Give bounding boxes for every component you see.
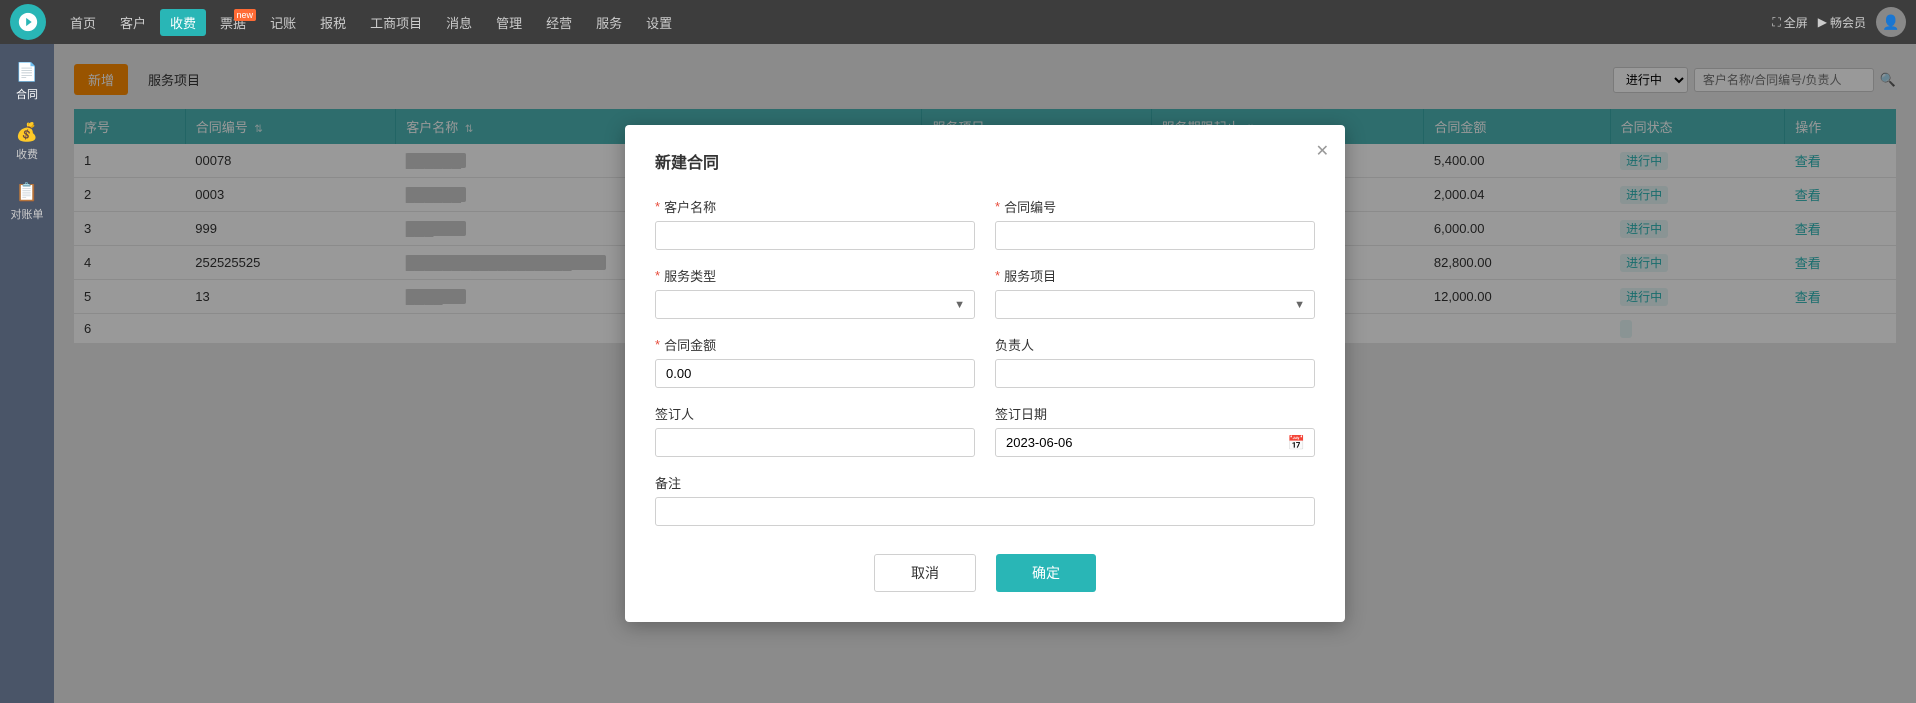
input-sign-date[interactable] <box>995 428 1315 457</box>
content-area: 新增 服务项目 进行中 已完成 已终止 🔍 序号 合同编号 ⇅ <box>54 44 1916 703</box>
sidebar-item-contract[interactable]: 📄 合同 <box>3 54 51 110</box>
form-row-responsible: 负责人 <box>995 335 1315 388</box>
billing-icon: 💰 <box>16 122 38 143</box>
sidebar-label-billing: 收费 <box>16 146 38 162</box>
input-signer[interactable] <box>655 428 975 457</box>
form-row-service-type: * 服务类型 ▼ <box>655 266 975 319</box>
select-service-item-wrap: ▼ <box>995 290 1315 319</box>
nav-right-area: ⛶ 全屏 ▶ 畅会员 👤 <box>1772 7 1906 37</box>
label-service-item: * 服务项目 <box>995 266 1315 285</box>
nav-items: 首页 客户 收费 票据 new 记账 报税 工商项目 消息 管理 经营 服务 设… <box>60 9 1772 36</box>
member-label: 畅会员 <box>1830 14 1866 31</box>
label-amount: * 合同金额 <box>655 335 975 354</box>
nav-business[interactable]: 工商项目 <box>360 9 432 36</box>
contract-icon: 📄 <box>16 62 38 83</box>
input-remark[interactable] <box>655 497 1315 526</box>
select-service-type-wrap: ▼ <box>655 290 975 319</box>
label-remark: 备注 <box>655 473 1315 492</box>
dialog-title: 新建合同 <box>655 149 1315 173</box>
nav-billing[interactable]: 收费 <box>160 9 206 36</box>
sign-date-wrap: 📅 <box>995 428 1315 457</box>
nav-tax[interactable]: 报税 <box>310 9 356 36</box>
label-contract-no: * 合同编号 <box>995 197 1315 216</box>
new-contract-dialog: 新建合同 ✕ * 客户名称 * 合同编 <box>625 125 1345 622</box>
form-row-service-item: * 服务项目 ▼ <box>995 266 1315 319</box>
sidebar-label-statement: 对账单 <box>11 206 44 222</box>
fullscreen-icon: ⛶ <box>1772 15 1780 30</box>
main-layout: 📄 合同 💰 收费 📋 对账单 新增 服务项目 进行中 已完成 已终止 🔍 <box>0 44 1916 703</box>
input-customer-name[interactable] <box>655 221 975 250</box>
member-button[interactable]: ▶ 畅会员 <box>1818 14 1866 31</box>
statement-icon: 📋 <box>16 182 38 203</box>
form-row-remark: 备注 <box>655 473 1315 526</box>
member-icon: ▶ <box>1818 15 1827 29</box>
nav-message[interactable]: 消息 <box>436 9 482 36</box>
nav-manage[interactable]: 管理 <box>486 9 532 36</box>
input-responsible[interactable] <box>995 359 1315 388</box>
sidebar-label-contract: 合同 <box>16 86 38 102</box>
confirm-button[interactable]: 确定 <box>996 554 1096 592</box>
modal-overlay: 新建合同 ✕ * 客户名称 * 合同编 <box>54 44 1916 703</box>
top-navigation: 首页 客户 收费 票据 new 记账 报税 工商项目 消息 管理 经营 服务 设… <box>0 0 1916 44</box>
nav-customer[interactable]: 客户 <box>110 9 156 36</box>
form-row-signer: 签订人 <box>655 404 975 457</box>
sidebar-item-statement[interactable]: 📋 对账单 <box>3 174 51 230</box>
dialog-form: * 客户名称 * 合同编号 <box>655 197 1315 526</box>
form-row-sign-date: 签订日期 📅 <box>995 404 1315 457</box>
cancel-button[interactable]: 取消 <box>874 554 976 592</box>
sidebar-item-billing[interactable]: 💰 收费 <box>3 114 51 170</box>
label-responsible: 负责人 <box>995 335 1315 354</box>
dialog-close-button[interactable]: ✕ <box>1316 141 1329 161</box>
nav-service[interactable]: 服务 <box>586 9 632 36</box>
calendar-icon[interactable]: 📅 <box>1288 434 1305 451</box>
app-logo <box>10 4 46 40</box>
fullscreen-label: 全屏 <box>1784 14 1808 31</box>
select-service-type[interactable] <box>655 290 975 319</box>
nav-home[interactable]: 首页 <box>60 9 106 36</box>
nav-invoice[interactable]: 票据 new <box>210 9 256 36</box>
form-row-contract-no: * 合同编号 <box>995 197 1315 250</box>
user-avatar[interactable]: 👤 <box>1876 7 1906 37</box>
select-service-item[interactable] <box>995 290 1315 319</box>
label-signer: 签订人 <box>655 404 975 423</box>
dialog-footer: 取消 确定 <box>655 554 1315 592</box>
nav-badge-new: new <box>234 9 257 21</box>
nav-bookkeeping[interactable]: 记账 <box>260 9 306 36</box>
label-service-type: * 服务类型 <box>655 266 975 285</box>
input-contract-no[interactable] <box>995 221 1315 250</box>
sidebar: 📄 合同 💰 收费 📋 对账单 <box>0 44 54 703</box>
input-amount[interactable] <box>655 359 975 388</box>
fullscreen-button[interactable]: ⛶ 全屏 <box>1772 14 1807 31</box>
form-row-amount: * 合同金额 <box>655 335 975 388</box>
nav-settings[interactable]: 设置 <box>636 9 682 36</box>
nav-operation[interactable]: 经营 <box>536 9 582 36</box>
label-sign-date: 签订日期 <box>995 404 1315 423</box>
form-row-customer-name: * 客户名称 <box>655 197 975 250</box>
label-customer-name: * 客户名称 <box>655 197 975 216</box>
